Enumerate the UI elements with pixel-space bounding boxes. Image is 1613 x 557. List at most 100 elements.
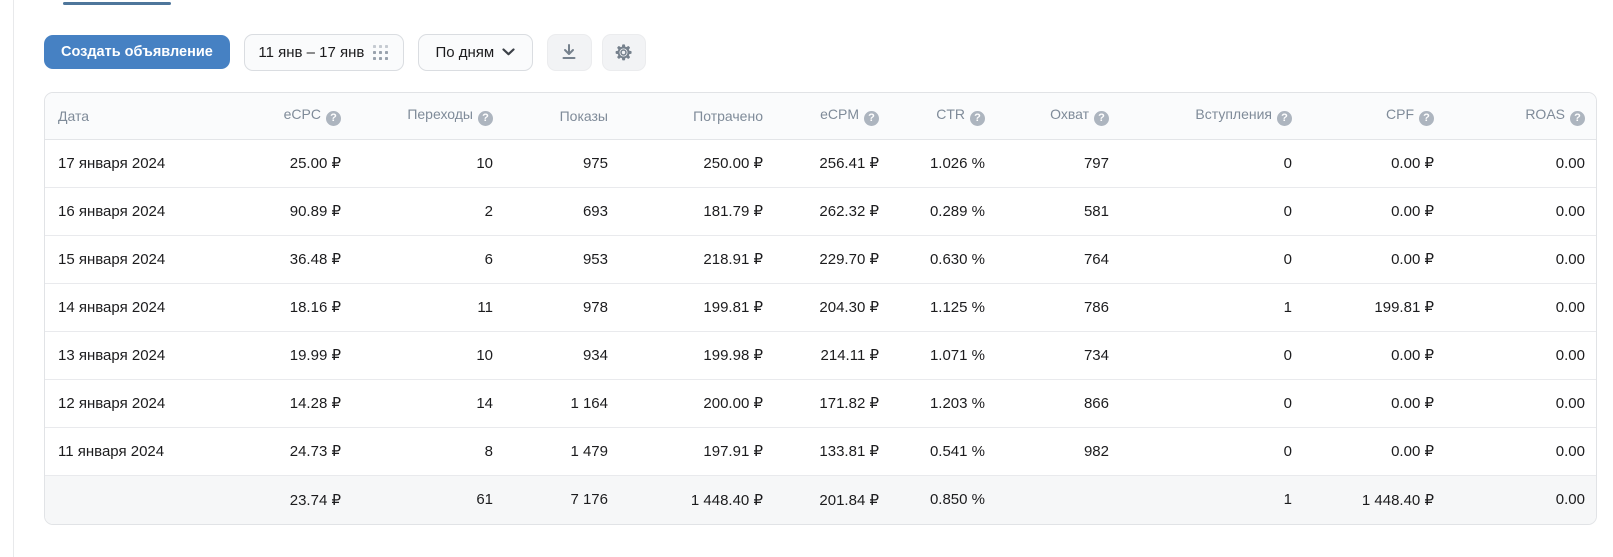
table-row: 16 января 2024 90.89 ₽2 693 181.79 ₽262.32 … (45, 187, 1596, 236)
statistics-table-card: Дата eCPC? Переходы? Показы Потрачено eCPM? CT… (44, 92, 1597, 525)
cell-cpf: 0.00 ₽ (1296, 235, 1438, 284)
cell-cpf: 0.00 ₽ (1296, 331, 1438, 380)
cell-ctr: 0.289 % (883, 187, 989, 236)
table-row: 12 января 2024 14.28 ₽14 1 164 200.00 ₽171.… (45, 379, 1596, 428)
column-header-reach: Охват? (989, 93, 1113, 140)
date-range-picker[interactable]: 11 янв – 17 янв (243, 33, 404, 71)
cell-joins: 0 (1113, 187, 1296, 236)
cell-impressions: 953 (497, 235, 612, 284)
totals-cell-ctr: 0.850 % (883, 475, 989, 524)
cell-ecpc: 36.48 ₽ (215, 235, 345, 284)
help-icon[interactable]: ? (478, 110, 493, 126)
cell-joins: 0 (1113, 139, 1296, 188)
cell-joins: 0 (1113, 235, 1296, 284)
totals-cell-ecpm: 201.84 ₽ (767, 475, 883, 524)
table-row: 14 января 2024 18.16 ₽11 978 199.81 ₽204.30… (45, 283, 1596, 332)
cell-impressions: 693 (497, 187, 612, 236)
column-header-roas: ROAS? (1438, 93, 1596, 140)
totals-cell-roas: 0.00 (1438, 475, 1596, 524)
table-totals-row: 23.74 ₽61 7 176 1 448.40 ₽201.84 ₽0.850 % 1… (45, 475, 1596, 524)
help-icon[interactable]: ? (970, 110, 985, 126)
column-header-label: Переходы (407, 106, 473, 122)
column-header-label: eCPM (820, 106, 859, 122)
cell-reach: 786 (989, 283, 1113, 332)
cell-ctr: 0.630 % (883, 235, 989, 284)
export-button[interactable] (546, 33, 592, 71)
column-header-label: CTR (936, 106, 965, 122)
column-header-ctr: CTR? (883, 93, 989, 140)
column-header-label: Вступления (1195, 106, 1272, 122)
cell-impressions: 975 (497, 139, 612, 188)
cell-spent: 181.79 ₽ (612, 187, 767, 236)
cell-ecpm: 262.32 ₽ (767, 187, 883, 236)
cell-ctr: 0.541 % (883, 427, 989, 476)
help-icon[interactable]: ? (1570, 110, 1585, 126)
cell-clicks: 10 (345, 331, 497, 380)
calendar-grid-icon (372, 44, 389, 61)
cell-ctr: 1.203 % (883, 379, 989, 428)
cell-ecpm: 133.81 ₽ (767, 427, 883, 476)
create-ad-button[interactable]: Создать объявление (44, 35, 230, 69)
cell-date: 17 января 2024 (45, 139, 215, 188)
cell-date: 12 января 2024 (45, 379, 215, 428)
cell-reach: 734 (989, 331, 1113, 380)
cell-ctr: 1.125 % (883, 283, 989, 332)
table-row: 11 января 2024 24.73 ₽8 1 479 197.91 ₽133.8… (45, 427, 1596, 476)
cell-date: 11 января 2024 (45, 427, 215, 476)
totals-cell-joins: 1 (1113, 475, 1296, 524)
cell-clicks: 14 (345, 379, 497, 428)
cell-ecpm: 229.70 ₽ (767, 235, 883, 284)
cell-cpf: 199.81 ₽ (1296, 283, 1438, 332)
help-icon[interactable]: ? (326, 110, 341, 126)
table-row: 13 января 2024 19.99 ₽10 934 199.98 ₽214.11… (45, 331, 1596, 380)
column-header-ecpc: eCPC? (215, 93, 345, 140)
cell-spent: 218.91 ₽ (612, 235, 767, 284)
totals-cell-date (45, 475, 215, 524)
page-left-divider (13, 0, 14, 557)
cell-roas: 0.00 (1438, 283, 1596, 332)
chevron-down-icon (502, 48, 515, 56)
cell-spent: 200.00 ₽ (612, 379, 767, 428)
cell-impressions: 934 (497, 331, 612, 380)
settings-button[interactable] (601, 33, 646, 71)
date-range-value: 11 янв – 17 янв (258, 43, 365, 61)
column-header-label: CPF (1386, 106, 1414, 122)
cell-joins: 0 (1113, 331, 1296, 380)
active-tab-indicator (63, 2, 171, 5)
table-header-row: Дата eCPC? Переходы? Показы Потрачено eCPM? CT… (45, 93, 1596, 140)
help-icon[interactable]: ? (1277, 110, 1292, 126)
cell-roas: 0.00 (1438, 379, 1596, 428)
cell-cpf: 0.00 ₽ (1296, 139, 1438, 188)
cell-ecpc: 19.99 ₽ (215, 331, 345, 380)
cell-reach: 581 (989, 187, 1113, 236)
cell-date: 16 января 2024 (45, 187, 215, 236)
cell-impressions: 978 (497, 283, 612, 332)
cell-impressions: 1 164 (497, 379, 612, 428)
column-header-clicks: Переходы? (345, 93, 497, 140)
totals-cell-spent: 1 448.40 ₽ (612, 475, 767, 524)
cell-ecpm: 214.11 ₽ (767, 331, 883, 380)
cell-roas: 0.00 (1438, 139, 1596, 188)
table-row: 17 января 2024 25.00 ₽10 975 250.00 ₽256.41… (45, 139, 1596, 188)
cell-ecpm: 171.82 ₽ (767, 379, 883, 428)
cell-clicks: 6 (345, 235, 497, 284)
help-icon[interactable]: ? (1419, 110, 1434, 126)
cell-cpf: 0.00 ₽ (1296, 427, 1438, 476)
download-icon (560, 43, 578, 61)
grouping-select[interactable]: По дням (417, 33, 533, 71)
cell-spent: 199.98 ₽ (612, 331, 767, 380)
cell-roas: 0.00 (1438, 235, 1596, 284)
cell-clicks: 11 (345, 283, 497, 332)
column-header-label: Дата (58, 107, 90, 124)
column-header-label: Охват (1050, 106, 1089, 122)
help-icon[interactable]: ? (864, 110, 879, 126)
cell-cpf: 0.00 ₽ (1296, 379, 1438, 428)
cell-ctr: 1.026 % (883, 139, 989, 188)
totals-cell-ecpc: 23.74 ₽ (215, 475, 345, 524)
cell-ctr: 1.071 % (883, 331, 989, 380)
cell-impressions: 1 479 (497, 427, 612, 476)
cell-joins: 0 (1113, 379, 1296, 428)
column-header-joins: Вступления? (1113, 93, 1296, 140)
help-icon[interactable]: ? (1094, 110, 1109, 126)
cell-ecpc: 25.00 ₽ (215, 139, 345, 188)
